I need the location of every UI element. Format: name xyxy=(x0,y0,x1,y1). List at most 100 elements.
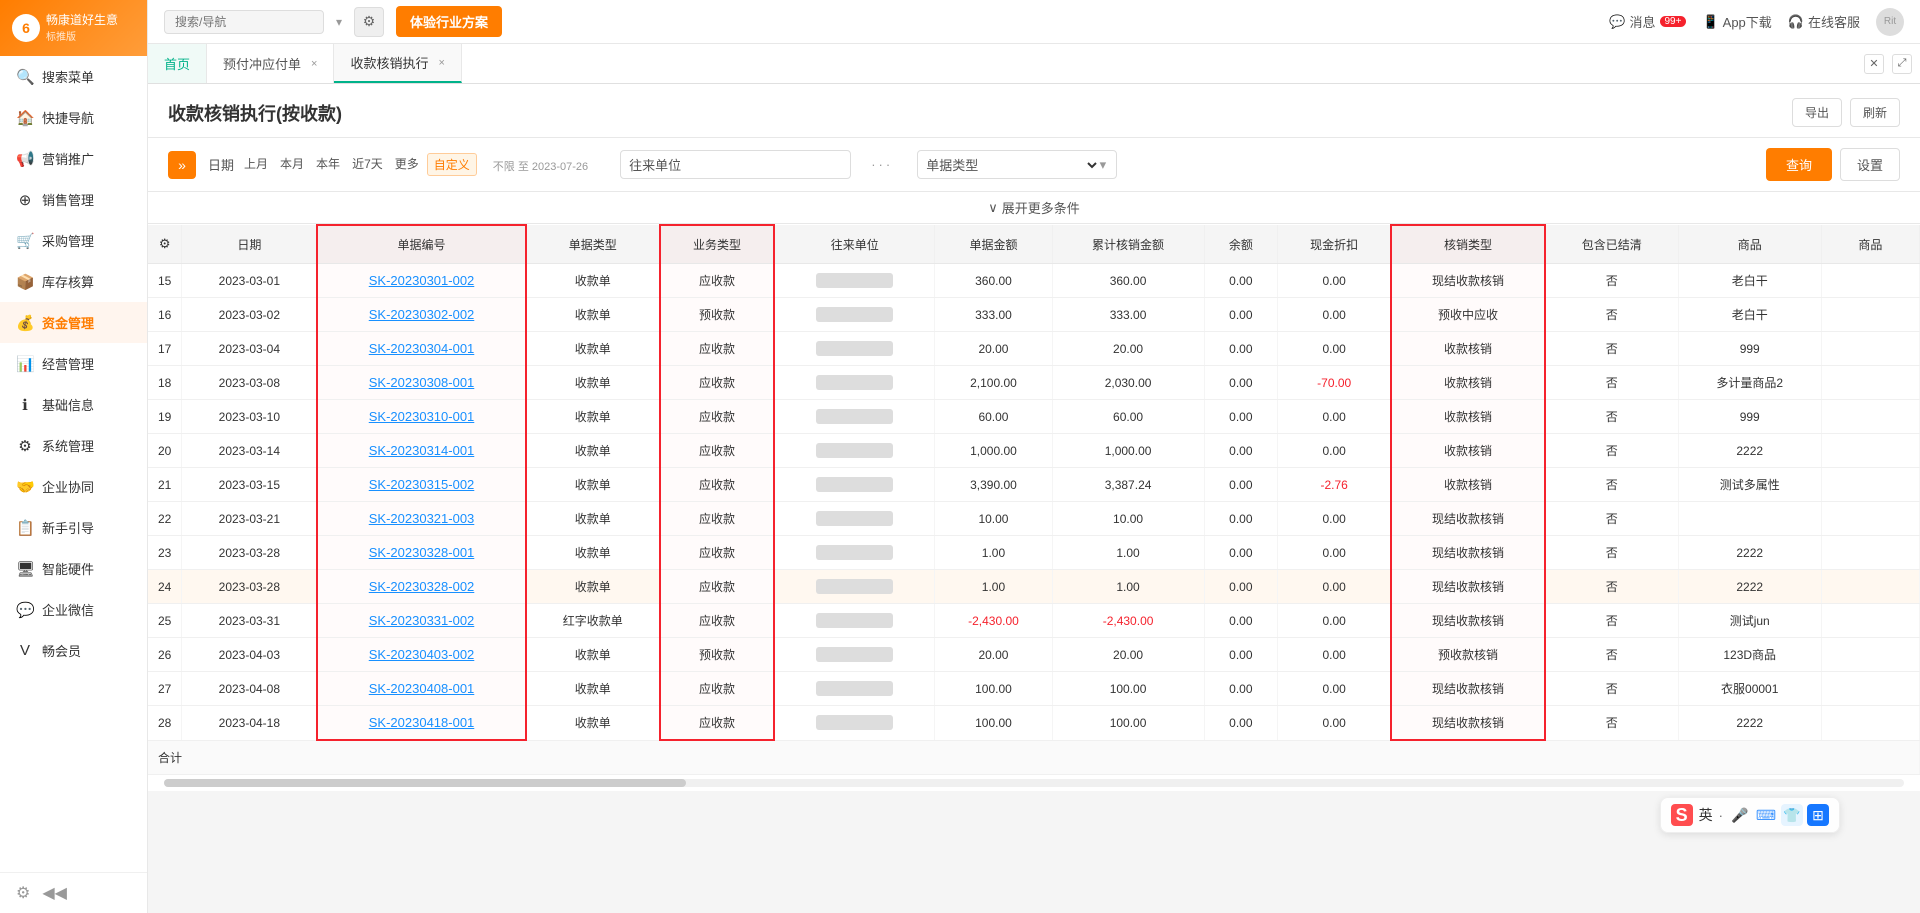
doc-num-link[interactable]: SK-20230331-002 xyxy=(369,613,475,628)
sidebar-item-operations[interactable]: 📊 经营管理 xyxy=(0,343,147,384)
table-row: 16 2023-03-02 SK-20230302-002 收款单 预收款 ██… xyxy=(148,298,1920,332)
counterparty-filter-wrap[interactable]: 往来单位 xyxy=(620,150,851,179)
sidebar-item-basic[interactable]: ℹ 基础信息 xyxy=(0,384,147,425)
date-link-more[interactable]: 更多 xyxy=(391,153,423,176)
table-scrollbar-thumb[interactable] xyxy=(164,779,686,787)
cell-balance: 0.00 xyxy=(1204,264,1278,298)
sidebar-item-hardware[interactable]: 🖥 智能硬件 xyxy=(0,548,147,589)
table-row: 17 2023-03-04 SK-20230304-001 收款单 应收款 ██… xyxy=(148,332,1920,366)
app-edition: 标推版 xyxy=(46,28,118,43)
th-settings[interactable]: ⚙ xyxy=(148,225,182,264)
cell-goods: 衣服00001 xyxy=(1678,672,1821,706)
tab-prepay-close[interactable]: × xyxy=(311,58,317,70)
tab-receipt-exec[interactable]: 收款核销执行 × xyxy=(334,44,461,83)
breadcrumb-input[interactable] xyxy=(164,10,324,34)
solution-btn[interactable]: 体验行业方案 xyxy=(396,6,502,37)
sidebar-label-corp: 企业协同 xyxy=(42,477,94,496)
table-footer-cell: 合计 xyxy=(148,740,1920,775)
cell-include-settled: 否 xyxy=(1545,604,1678,638)
sidebar-item-purchase[interactable]: 🛒 采购管理 xyxy=(0,220,147,261)
expand-more-bar[interactable]: ∨ 展开更多条件 xyxy=(148,192,1920,224)
tab-receipt-exec-close[interactable]: × xyxy=(438,57,444,69)
online-service-action[interactable]: 🎧 在线客服 xyxy=(1788,12,1860,31)
th-goods2: 商品 xyxy=(1821,225,1919,264)
topbar-settings-btn[interactable]: ⚙ xyxy=(354,7,384,37)
tab-close-btn[interactable]: ✕ xyxy=(1864,54,1884,74)
doc-type-filter-wrap[interactable]: 单据类型 收款单 红字收款单 ▾ xyxy=(917,150,1117,179)
grid-icon[interactable]: ⊞ xyxy=(1807,804,1829,826)
sidebar-label-search: 搜索菜单 xyxy=(42,67,94,86)
tab-expand-btn[interactable]: ⤢ xyxy=(1892,54,1912,74)
doc-num-link[interactable]: SK-20230321-003 xyxy=(369,511,475,526)
doc-type-select[interactable]: 收款单 红字收款单 xyxy=(984,157,1099,173)
sidebar-icon-hardware: 🖥 xyxy=(16,560,34,578)
cell-num: 25 xyxy=(148,604,182,638)
user-avatar[interactable]: Rit xyxy=(1876,8,1904,36)
doc-num-link[interactable]: SK-20230403-002 xyxy=(369,647,475,662)
cell-doc-num: SK-20230302-002 xyxy=(317,298,525,332)
refresh-btn[interactable]: 刷新 xyxy=(1850,98,1900,127)
filter-settings-btn[interactable]: 设置 xyxy=(1840,148,1900,181)
mic-icon[interactable]: 🎤 xyxy=(1729,804,1751,826)
date-link-7days[interactable]: 近7天 xyxy=(348,153,387,176)
doc-num-link[interactable]: SK-20230315-002 xyxy=(369,477,475,492)
sidebar-item-corp[interactable]: 🤝 企业协同 xyxy=(0,466,147,507)
date-link-this-year[interactable]: 本年 xyxy=(312,153,344,176)
sidebar-item-sales[interactable]: ⊕ 销售管理 xyxy=(0,179,147,220)
shirt-icon[interactable]: 👕 xyxy=(1781,804,1803,826)
cell-date: 2023-03-01 xyxy=(182,264,317,298)
sidebar-item-member[interactable]: V 畅会员 xyxy=(0,630,147,671)
sidebar-item-quick-nav[interactable]: 🏠 快捷导航 xyxy=(0,97,147,138)
sidebar-collapse-icon[interactable]: ◀◀ xyxy=(42,883,67,903)
date-link-last-month[interactable]: 上月 xyxy=(240,153,272,176)
date-link-this-month[interactable]: 本月 xyxy=(276,153,308,176)
counterparty-input[interactable] xyxy=(687,158,842,172)
cell-cumulative: 1,000.00 xyxy=(1052,434,1204,468)
th-include-settled: 包含已结清 xyxy=(1545,225,1678,264)
tabbar: 首页 预付冲应付单 × 收款核销执行 × ✕ ⤢ xyxy=(148,44,1920,84)
doc-num-link[interactable]: SK-20230314-001 xyxy=(369,443,475,458)
sidebar-item-guide[interactable]: 📋 新手引导 xyxy=(0,507,147,548)
app-download-label: App下载 xyxy=(1723,12,1772,31)
topbar-right: 💬 消息 99+ 📱 App下载 🎧 在线客服 Rit xyxy=(1609,8,1904,36)
tab-home[interactable]: 首页 xyxy=(148,44,207,83)
sidebar-item-inventory[interactable]: 📦 库存核算 xyxy=(0,261,147,302)
sidebar-settings-icon[interactable]: ⚙ xyxy=(16,883,30,903)
col-settings-icon[interactable]: ⚙ xyxy=(159,236,171,251)
date-sub-text: 不限 至 2023-07-26 xyxy=(493,158,588,174)
tab-prepay[interactable]: 预付冲应付单 × xyxy=(207,44,334,83)
doc-num-link[interactable]: SK-20230328-002 xyxy=(369,579,475,594)
cell-cash-discount: 0.00 xyxy=(1278,638,1392,672)
cell-cancel-type: 现结收款核销 xyxy=(1391,536,1545,570)
doc-num-link[interactable]: SK-20230418-001 xyxy=(369,715,475,730)
sidebar-item-finance[interactable]: 💰 资金管理 xyxy=(0,302,147,343)
keyboard-icon[interactable]: ⌨ xyxy=(1755,804,1777,826)
query-btn[interactable]: 查询 xyxy=(1766,148,1832,181)
doc-num-link[interactable]: SK-20230302-002 xyxy=(369,307,475,322)
sidebar-item-search[interactable]: 🔍 搜索菜单 xyxy=(0,56,147,97)
sidebar-item-system[interactable]: ⚙ 系统管理 xyxy=(0,425,147,466)
cell-cumulative: 20.00 xyxy=(1052,638,1204,672)
sidebar-item-marketing[interactable]: 📢 营销推广 xyxy=(0,138,147,179)
sidebar-item-wechat[interactable]: 💬 企业微信 xyxy=(0,589,147,630)
doc-num-link[interactable]: SK-20230304-001 xyxy=(369,341,475,356)
table-scrollbar[interactable] xyxy=(164,779,1904,787)
doc-num-link[interactable]: SK-20230408-001 xyxy=(369,681,475,696)
cell-cancel-type: 现结收款核销 xyxy=(1391,706,1545,741)
date-link-custom[interactable]: 自定义 xyxy=(427,153,477,176)
filter-expand-btn[interactable]: » xyxy=(168,151,196,179)
doc-num-link[interactable]: SK-20230308-001 xyxy=(369,375,475,390)
cell-cash-discount: -70.00 xyxy=(1278,366,1392,400)
cell-balance: 0.00 xyxy=(1204,536,1278,570)
cell-doc-amount: 60.00 xyxy=(935,400,1052,434)
sidebar-icon-system: ⚙ xyxy=(16,437,34,455)
messages-action[interactable]: 💬 消息 99+ xyxy=(1609,12,1686,31)
doc-num-link[interactable]: SK-20230328-001 xyxy=(369,545,475,560)
cell-goods2 xyxy=(1821,502,1919,536)
doc-num-link[interactable]: SK-20230301-002 xyxy=(369,273,475,288)
doc-num-link[interactable]: SK-20230310-001 xyxy=(369,409,475,424)
cell-num: 28 xyxy=(148,706,182,741)
app-download-action[interactable]: 📱 App下载 xyxy=(1702,12,1771,31)
cell-doc-type: 收款单 xyxy=(526,570,660,604)
export-btn[interactable]: 导出 xyxy=(1792,98,1842,127)
